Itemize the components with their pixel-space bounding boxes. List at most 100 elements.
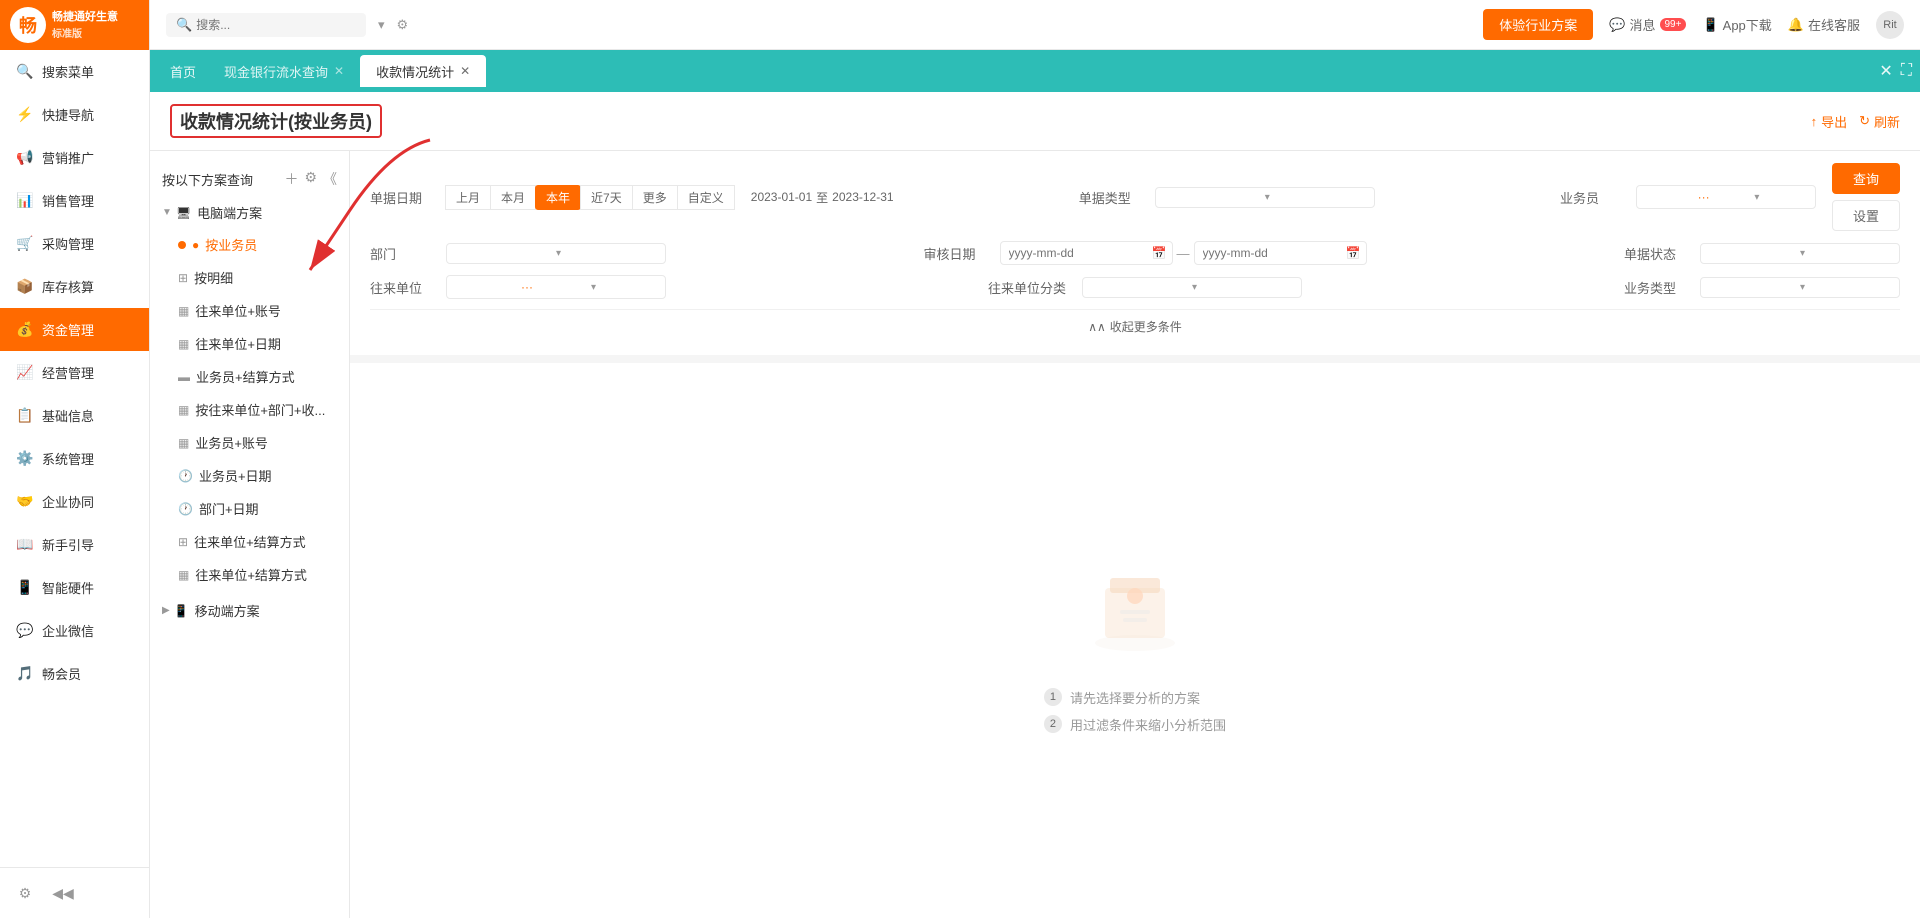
- sidebar-item-operations[interactable]: 📈 经营管理: [0, 351, 149, 394]
- group-arrow-icon: ▼: [162, 207, 172, 218]
- sidebar-bottom: ⚙ ◀◀: [0, 867, 149, 918]
- sidebar-item-marketing[interactable]: 📢 营销推广: [0, 136, 149, 179]
- group-mobile-icon: 📱: [174, 604, 189, 618]
- online-service-btn[interactable]: 🔔 在线客服: [1788, 15, 1860, 34]
- scheme-item-partner-account[interactable]: ▦ 往来单位+账号: [150, 294, 349, 327]
- scheme-group-desktop: ▼ 🖥 电脑端方案 ● 按业务员 ⊞ 按明细: [150, 197, 349, 591]
- scheme-item-partner-settle1[interactable]: ⊞ 往来单位+结算方式: [150, 525, 349, 558]
- scheme-item-partner-dept-collect[interactable]: ▦ 按往来单位+部门+收...: [150, 393, 349, 426]
- collapse-sidebar-btn[interactable]: ◀◀: [48, 878, 78, 908]
- header-dropdown[interactable]: ▾: [378, 17, 385, 33]
- scheme-item-salesperson-date[interactable]: 🕐 业务员+日期: [150, 459, 349, 492]
- collapse-panel-icon[interactable]: 《: [323, 169, 337, 189]
- tab-cashflow[interactable]: 现金银行流水查询 ✕: [208, 55, 360, 87]
- scheme-item-partner-date[interactable]: ▦ 往来单位+日期: [150, 327, 349, 360]
- tab-bar: 首页 现金银行流水查询 ✕ 收款情况统计 ✕ ✕ ⛶: [150, 50, 1920, 92]
- tab-cashflow-close[interactable]: ✕: [334, 64, 344, 78]
- mobile-group-arrow-icon: ▶: [162, 605, 170, 616]
- sidebar-item-basicinfo[interactable]: 📋 基础信息: [0, 394, 149, 437]
- date-tab-more[interactable]: 更多: [632, 185, 678, 210]
- cooperation-icon: 🤝: [16, 493, 34, 511]
- export-btn[interactable]: ↑ 导出: [1811, 112, 1848, 131]
- date-tab-custom[interactable]: 自定义: [677, 185, 735, 210]
- partner-select[interactable]: ··· ▾: [446, 275, 666, 299]
- sidebar-item-system[interactable]: ⚙️ 系统管理: [0, 437, 149, 480]
- scheme-item-salesperson-account[interactable]: ▦ 业务员+账号: [150, 426, 349, 459]
- sidebar-item-sales[interactable]: 📊 销售管理: [0, 179, 149, 222]
- tab-collection[interactable]: 收款情况统计 ✕: [360, 55, 486, 87]
- empty-tips: 1 请先选择要分析的方案 2 用过滤条件来缩小分析范围: [1044, 688, 1226, 734]
- add-scheme-icon[interactable]: ＋: [284, 169, 298, 189]
- docstatus-select[interactable]: ▾: [1700, 243, 1900, 264]
- sidebar-item-hardware[interactable]: 📱 智能硬件: [0, 566, 149, 609]
- message-btn[interactable]: 💬 消息 99+: [1609, 15, 1686, 34]
- scheme-group-desktop-title[interactable]: ▼ 🖥 电脑端方案: [150, 197, 349, 228]
- member-icon: 🎵: [16, 665, 34, 683]
- filter-row-1: 单据日期 上月 本月 本年 近7天 更多 自定义 2023-01-01 至: [370, 163, 1900, 231]
- scheme-item-partner-settle2[interactable]: ▦ 往来单位+结算方式: [150, 558, 349, 591]
- collapse-bar[interactable]: ∧∧ 收起更多条件: [370, 309, 1900, 343]
- header-search-box[interactable]: 🔍: [166, 13, 366, 37]
- review-date-to[interactable]: [1194, 241, 1367, 265]
- maximize-tab-btn[interactable]: ⛶: [1901, 62, 1912, 80]
- scheme-item-by-salesperson[interactable]: ● 按业务员: [150, 228, 349, 261]
- sidebar-item-finance[interactable]: 💰 资金管理: [0, 308, 149, 351]
- basicinfo-icon: 📋: [16, 407, 34, 425]
- scheme-group-mobile-title[interactable]: ▶ 📱 移动端方案: [150, 595, 349, 626]
- dept-select[interactable]: ▾: [446, 243, 666, 264]
- review-date-from[interactable]: [1000, 241, 1173, 265]
- filter-row-2: 部门 ▾ 审核日期 📅 —: [370, 241, 1900, 265]
- date-tab-lastmonth[interactable]: 上月: [445, 185, 491, 210]
- search-menu-icon: 🔍: [16, 63, 34, 81]
- partner-date-icon: ▦: [178, 337, 189, 351]
- settings-bottom-btn[interactable]: ⚙: [10, 878, 40, 908]
- review-date-range: 📅 — 📅: [1000, 241, 1367, 265]
- partner-cat-select[interactable]: ▾: [1082, 277, 1302, 298]
- settings-icon[interactable]: ⚙: [397, 17, 409, 33]
- page-header: 收款情况统计(按业务员) ↑ 导出 ↻ 刷新: [150, 92, 1920, 151]
- query-button[interactable]: 查询: [1832, 163, 1900, 194]
- content-area: 按以下方案查询 ＋ ⚙ 《 ▼ 🖥 电脑端方案: [150, 151, 1920, 918]
- set-button[interactable]: 设置: [1832, 200, 1900, 231]
- review-date-from-wrapper: 📅: [1000, 241, 1173, 265]
- scheme-item-salesperson-settle[interactable]: ▬ 业务员+结算方式: [150, 360, 349, 393]
- refresh-btn[interactable]: ↻ 刷新: [1859, 112, 1900, 131]
- doctype-select[interactable]: ▾: [1155, 187, 1375, 208]
- sidebar-item-inventory[interactable]: 📦 库存核算: [0, 265, 149, 308]
- main-content: 🔍 ▾ ⚙ 体验行业方案 💬 消息 99+ 📱 App下载 🔔: [150, 0, 1920, 918]
- detail-scheme-icon: ⊞: [178, 271, 188, 285]
- sidebar-item-guide[interactable]: 📖 新手引导: [0, 523, 149, 566]
- settings-scheme-icon[interactable]: ⚙: [304, 169, 317, 189]
- system-icon: ⚙️: [16, 450, 34, 468]
- salesperson-arrow-icon: ▾: [1754, 192, 1805, 203]
- salesperson-scheme-icon: ●: [192, 238, 199, 252]
- user-avatar[interactable]: Rit: [1876, 11, 1904, 39]
- tab-home[interactable]: 首页: [158, 62, 208, 81]
- scheme-item-detail[interactable]: ⊞ 按明细: [150, 261, 349, 294]
- date-tab-thisyear[interactable]: 本年: [535, 185, 581, 210]
- app-download-btn[interactable]: 📱 App下载: [1702, 15, 1771, 34]
- empty-tip-2: 2 用过滤条件来缩小分析范围: [1044, 715, 1226, 734]
- tab-collection-close[interactable]: ✕: [460, 64, 470, 78]
- sidebar-item-member[interactable]: 🎵 畅会员: [0, 652, 149, 695]
- date-tab-thismonth[interactable]: 本月: [490, 185, 536, 210]
- sidebar: 畅 畅捷通好生意 标准版 🔍 搜索菜单 ⚡ 快捷导航 📢 营销推广 📊 销: [0, 0, 150, 918]
- sidebar-item-quicknav[interactable]: ⚡ 快捷导航: [0, 93, 149, 136]
- close-tab-btn[interactable]: ✕: [1879, 61, 1892, 81]
- biztype-select[interactable]: ▾: [1700, 277, 1900, 298]
- calendar-to-icon: 📅: [1346, 246, 1361, 260]
- sidebar-item-purchase[interactable]: 🛒 采购管理: [0, 222, 149, 265]
- date-tab-7days[interactable]: 近7天: [580, 185, 633, 210]
- tab-bar-right: ✕ ⛶: [1879, 61, 1912, 81]
- salesperson-select[interactable]: ··· ▾: [1636, 185, 1816, 209]
- review-date-label: 审核日期: [924, 244, 984, 263]
- sidebar-item-wechat[interactable]: 💬 企业微信: [0, 609, 149, 652]
- partner-settle1-icon: ⊞: [178, 535, 188, 549]
- search-input[interactable]: [196, 18, 356, 32]
- sidebar-item-cooperation[interactable]: 🤝 企业协同: [0, 480, 149, 523]
- header-left: 🔍 ▾ ⚙: [166, 13, 408, 37]
- scheme-item-dept-date[interactable]: 🕐 部门+日期: [150, 492, 349, 525]
- sidebar-item-search[interactable]: 🔍 搜索菜单: [0, 50, 149, 93]
- trial-button[interactable]: 体验行业方案: [1483, 9, 1593, 40]
- doctype-label: 单据类型: [1079, 188, 1139, 207]
